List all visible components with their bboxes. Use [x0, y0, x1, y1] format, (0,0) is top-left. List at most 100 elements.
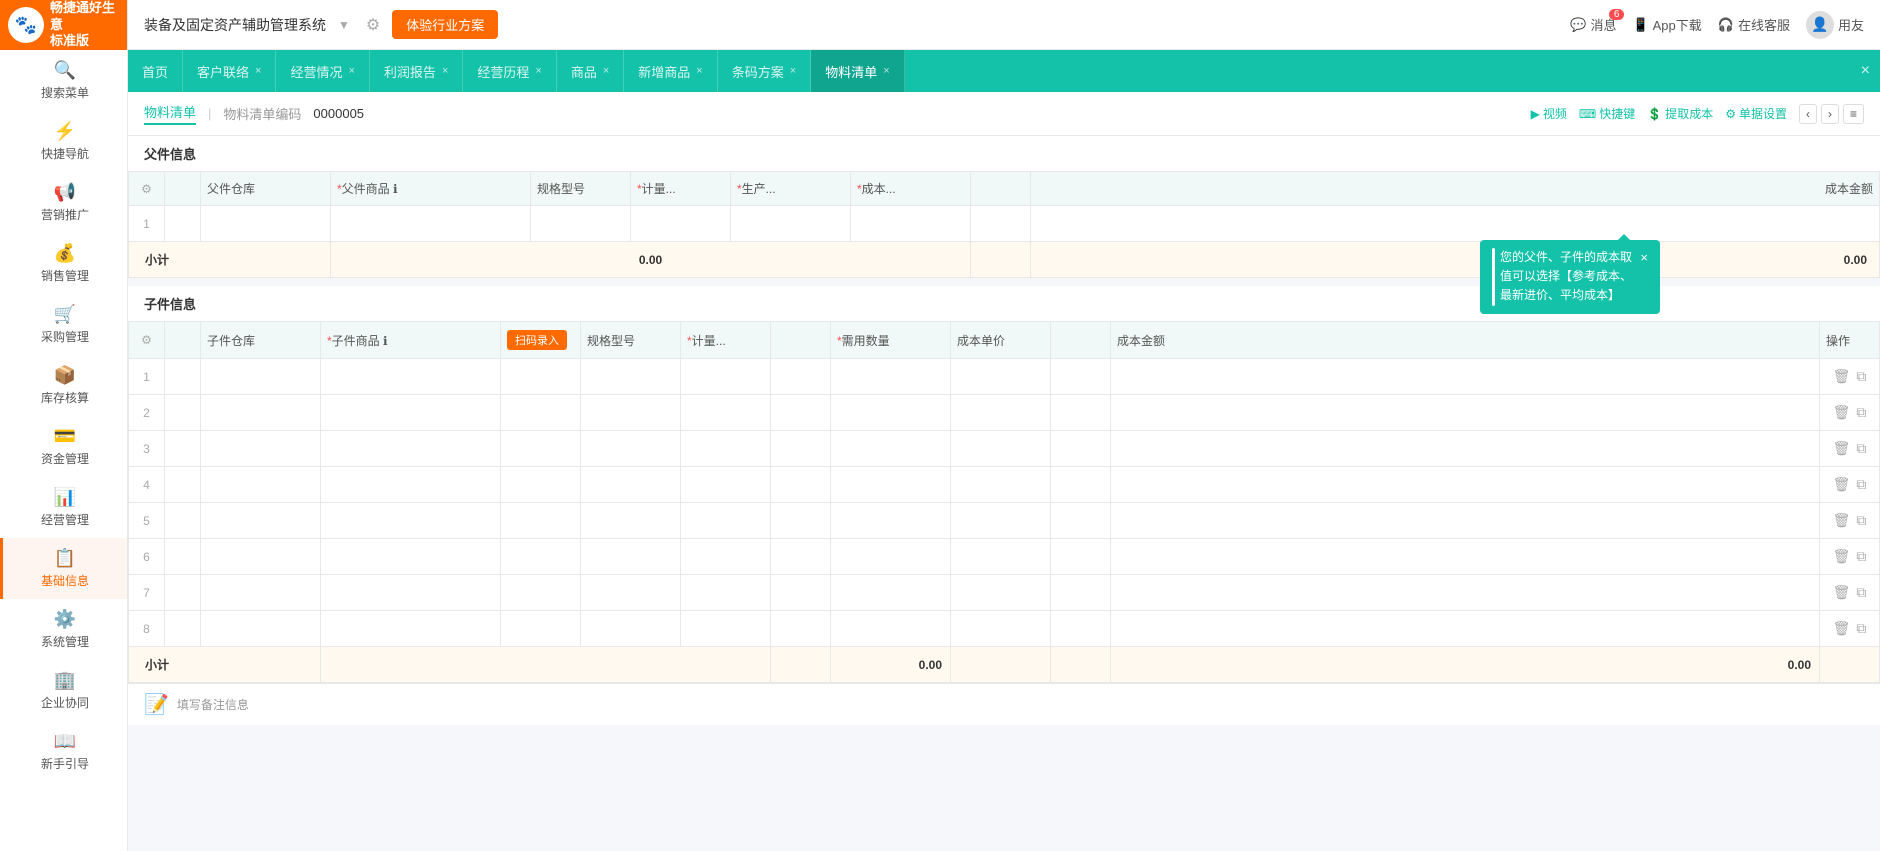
- child-row-product[interactable]: [321, 395, 501, 431]
- extract-cost-link[interactable]: 💲 提取成本: [1647, 105, 1713, 122]
- topbar-gear-icon[interactable]: ⚙: [366, 15, 380, 35]
- tab-close-icon[interactable]: ×: [255, 65, 261, 77]
- child-row-warehouse[interactable]: [201, 539, 321, 575]
- sidebar-item-quick-nav[interactable]: ⚡快捷导航: [0, 111, 127, 172]
- single-settings-link[interactable]: ⚙ 单据设置: [1725, 105, 1787, 122]
- trial-button[interactable]: 体验行业方案: [392, 10, 498, 39]
- child-row-unit[interactable]: [681, 467, 771, 503]
- child-row-product[interactable]: [321, 503, 501, 539]
- sidebar-item-basic-info[interactable]: 📋基础信息: [0, 538, 127, 599]
- copy-row-button[interactable]: ⧉: [1856, 368, 1866, 385]
- delete-row-button[interactable]: 🗑: [1833, 620, 1851, 637]
- parent-row-cost[interactable]: [851, 206, 971, 242]
- child-row-spec[interactable]: [581, 395, 681, 431]
- sidebar-item-purchase[interactable]: 🛒采购管理: [0, 294, 127, 355]
- parent-row-spec[interactable]: [531, 206, 631, 242]
- child-row-unit-cost[interactable]: [951, 539, 1051, 575]
- sidebar-item-finance[interactable]: 💳资金管理: [0, 416, 127, 477]
- sidebar-item-enterprise[interactable]: 🏢企业协同: [0, 660, 127, 721]
- copy-row-button[interactable]: ⧉: [1856, 440, 1866, 457]
- child-row-unit-cost[interactable]: [951, 575, 1051, 611]
- child-row-unit-cost[interactable]: [951, 395, 1051, 431]
- child-row-quantity[interactable]: [831, 575, 951, 611]
- child-row-quantity[interactable]: [831, 467, 951, 503]
- delete-row-button[interactable]: 🗑: [1833, 512, 1851, 529]
- parent-row-production[interactable]: [731, 206, 851, 242]
- sidebar-item-search[interactable]: 🔍搜索菜单: [0, 50, 127, 111]
- child-row-quantity[interactable]: [831, 395, 951, 431]
- copy-row-button[interactable]: ⧉: [1856, 404, 1866, 421]
- child-row-spec[interactable]: [581, 431, 681, 467]
- nav-tab-经营情况[interactable]: 经营情况 ×: [276, 50, 369, 92]
- child-row-product[interactable]: [321, 611, 501, 647]
- tab-bill-of-materials[interactable]: 物料清单: [144, 102, 196, 125]
- sidebar-item-system[interactable]: ⚙️系统管理: [0, 599, 127, 660]
- child-row-unit-cost[interactable]: [951, 467, 1051, 503]
- sidebar-item-marketing[interactable]: 📢营销推广: [0, 172, 127, 233]
- child-row-unit[interactable]: [681, 575, 771, 611]
- tab-close-icon[interactable]: ×: [442, 65, 448, 77]
- video-link[interactable]: ▶ 视频: [1531, 105, 1567, 122]
- child-row-warehouse[interactable]: [201, 359, 321, 395]
- child-row-spec[interactable]: [581, 503, 681, 539]
- child-row-unit-cost[interactable]: [951, 503, 1051, 539]
- prev-page-button[interactable]: ‹: [1799, 104, 1817, 124]
- parent-row-unit[interactable]: [631, 206, 731, 242]
- nav-tab-物料清单[interactable]: 物料清单 ×: [811, 50, 904, 92]
- child-row-warehouse[interactable]: [201, 395, 321, 431]
- child-row-quantity[interactable]: [831, 359, 951, 395]
- nav-tab-首页[interactable]: 首页: [128, 50, 183, 92]
- child-row-spec[interactable]: [581, 359, 681, 395]
- delete-row-button[interactable]: 🗑: [1833, 476, 1851, 493]
- child-row-unit-cost[interactable]: [951, 359, 1051, 395]
- tooltip-close-button[interactable]: ×: [1640, 248, 1648, 269]
- tab-close-icon[interactable]: ×: [603, 65, 609, 77]
- delete-row-button[interactable]: 🗑: [1833, 548, 1851, 565]
- close-all-tabs-button[interactable]: ×: [1851, 62, 1880, 80]
- delete-row-button[interactable]: 🗑: [1833, 404, 1851, 421]
- child-row-unit[interactable]: [681, 539, 771, 575]
- child-row-spec[interactable]: [581, 575, 681, 611]
- child-row-spec[interactable]: [581, 539, 681, 575]
- child-row-product[interactable]: [321, 575, 501, 611]
- child-row-product[interactable]: [321, 467, 501, 503]
- tab-bill-code-label[interactable]: 物料清单编码: [223, 104, 301, 123]
- delete-row-button[interactable]: 🗑: [1833, 584, 1851, 601]
- tab-close-icon[interactable]: ×: [535, 65, 541, 77]
- scan-input-button[interactable]: 扫码录入: [507, 330, 567, 350]
- message-button[interactable]: 💬 消息 6: [1570, 15, 1616, 34]
- nav-tab-客户联络[interactable]: 客户联络 ×: [183, 50, 276, 92]
- child-row-unit[interactable]: [681, 431, 771, 467]
- online-service-button[interactable]: 🎧 在线客服: [1718, 15, 1790, 34]
- copy-row-button[interactable]: ⧉: [1856, 548, 1866, 565]
- tab-close-icon[interactable]: ×: [883, 65, 889, 77]
- copy-row-button[interactable]: ⧉: [1856, 584, 1866, 601]
- parent-row-product[interactable]: [331, 206, 531, 242]
- child-row-product[interactable]: [321, 431, 501, 467]
- child-row-warehouse[interactable]: [201, 431, 321, 467]
- nav-tab-新增商品[interactable]: 新增商品 ×: [624, 50, 717, 92]
- child-row-quantity[interactable]: [831, 611, 951, 647]
- delete-row-button[interactable]: 🗑: [1833, 368, 1851, 385]
- tab-close-icon[interactable]: ×: [696, 65, 702, 77]
- sidebar-item-sales[interactable]: 💰销售管理: [0, 233, 127, 294]
- topbar-dropdown-arrow[interactable]: ▼: [338, 18, 350, 32]
- copy-row-button[interactable]: ⧉: [1856, 620, 1866, 637]
- copy-row-button[interactable]: ⧉: [1856, 512, 1866, 529]
- sidebar-item-guide[interactable]: 📖新手引导: [0, 721, 127, 782]
- child-row-unit[interactable]: [681, 503, 771, 539]
- nav-tab-经营历程[interactable]: 经营历程 ×: [463, 50, 556, 92]
- child-row-quantity[interactable]: [831, 503, 951, 539]
- child-col-settings[interactable]: ⚙: [129, 322, 165, 359]
- child-row-warehouse[interactable]: [201, 611, 321, 647]
- parent-row-warehouse[interactable]: [201, 206, 331, 242]
- nav-tab-条码方案[interactable]: 条码方案 ×: [718, 50, 811, 92]
- tab-close-icon[interactable]: ×: [348, 65, 354, 77]
- child-row-unit[interactable]: [681, 359, 771, 395]
- list-view-button[interactable]: ≡: [1843, 104, 1864, 124]
- child-row-spec[interactable]: [581, 611, 681, 647]
- child-row-product[interactable]: [321, 539, 501, 575]
- delete-row-button[interactable]: 🗑: [1833, 440, 1851, 457]
- app-download-button[interactable]: 📱 App下载: [1632, 15, 1701, 34]
- child-row-quantity[interactable]: [831, 431, 951, 467]
